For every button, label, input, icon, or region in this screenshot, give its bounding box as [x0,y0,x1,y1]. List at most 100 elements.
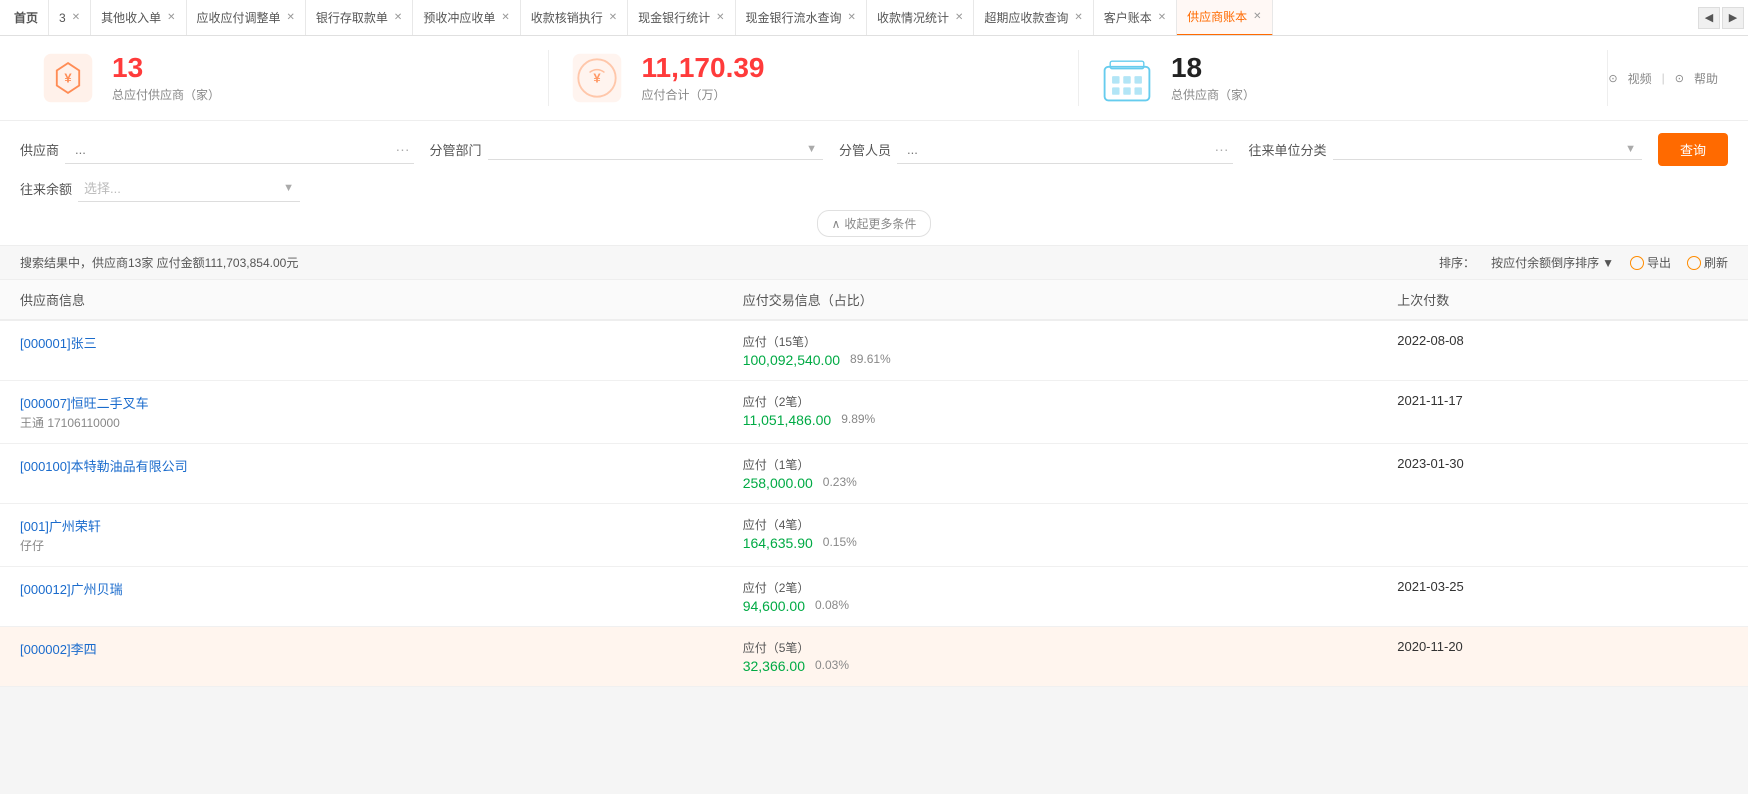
svg-text:¥: ¥ [64,71,72,86]
help-link[interactable]: 帮助 [1694,70,1718,87]
last-pay-cell: 2022-08-08 [1377,320,1748,381]
supplier-sub-info: 仔仔 [20,537,703,554]
home-tab-label: 首页 [14,9,38,26]
nav-tab-collection-verify[interactable]: 收款核销执行 ✕ [521,0,628,36]
nav-tab-cash-bank-stat[interactable]: 现金银行统计 ✕ [628,0,735,36]
close-icon[interactable]: ✕ [167,12,175,23]
svg-text:¥: ¥ [594,71,602,86]
payable-count: 应付（4笔） [743,518,810,532]
payable-cell: 应付（1笔） 258,000.00 0.23% [723,444,1378,504]
payable-percent: 9.89% [841,412,875,426]
summary-text-payable-total: 11,170.39 应付合计（万） [641,53,764,103]
supplier-link[interactable]: [001]广州荣轩 [20,516,703,535]
chevron-down-icon-2: ▼ [1625,143,1636,155]
table-header: 供应商信息 应付交易信息（占比） 上次付数 [0,280,1748,320]
balance-select[interactable]: 选择... ▼ [78,174,300,202]
query-button[interactable]: 查询 [1658,133,1728,166]
payable-percent: 0.15% [823,535,857,549]
payable-percent: 89.61% [850,352,891,366]
nav-prev-button[interactable]: ◀ [1698,7,1720,29]
circle-icon-2: ⊙ [1675,72,1684,85]
table-row: [000002]李四应付（5笔）32,366.000.03%2020-11-20 [0,627,1748,687]
col-header-last-pay: 上次付数 [1377,280,1748,320]
nav-tab-cash-flow-query[interactable]: 现金银行流水查询 ✕ [736,0,867,36]
nav-tab-ar-ap-adjust[interactable]: 应收应付调整单 ✕ [187,0,306,36]
nav-tab-supplier-ledger[interactable]: 供应商账本 ✕ [1177,0,1272,36]
collapse-button[interactable]: ∧ 收起更多条件 [817,210,932,237]
nav-tab-other-income[interactable]: 其他收入单 ✕ [91,0,186,36]
supplier-more-icon[interactable]: ··· [396,141,410,157]
nav-tab-customer-ledger[interactable]: 客户账本 ✕ [1094,0,1177,36]
dept-filter-label: 分管部门 [430,140,482,159]
supplier-link[interactable]: [000001]张三 [20,333,703,352]
category-filter-label: 往来单位分类 [1249,140,1327,159]
overdue-query-label: 超期应收款查询 [984,9,1068,26]
table-row: [000001]张三应付（15笔）100,092,540.0089.61%202… [0,320,1748,381]
close-icon[interactable]: ✕ [609,12,617,23]
close-icon[interactable]: ✕ [848,12,856,23]
supplier-ledger-label: 供应商账本 [1187,8,1247,25]
supplier-table: 供应商信息 应付交易信息（占比） 上次付数 [000001]张三 应付（15笔） 1… [0,280,1748,687]
person-more-icon[interactable]: ··· [1215,141,1229,157]
payable-count: 应付（2笔） [743,395,810,409]
result-bar-right: 排序： 按应付余额倒序排序 ▼ 导出 刷新 [1439,254,1728,271]
supplier-input[interactable] [69,138,395,161]
last-pay-cell [1377,504,1748,567]
nav-tab-3[interactable]: 3 ✕ [49,0,91,36]
table-body: [000001]张三应付（15笔）100,092,540.0089.61%202… [0,320,1748,687]
result-summary-text: 搜索结果中，供应商13家 应付金额111,703,854.00元 [20,254,298,271]
supplier-link[interactable]: [000012]广州贝瑞 [20,579,703,598]
collection-verify-label: 收款核销执行 [531,9,603,26]
dept-select[interactable]: ▼ [488,139,823,160]
supplier-link[interactable]: [000100]本特勒油品有限公司 [20,456,703,475]
nav-tab-home[interactable]: 首页 [4,0,49,36]
filter-row-1: 供应商 ··· 分管部门 ▼ 分管人员 ··· 往来单位分类 [20,133,1728,166]
payable-suppliers-icon: ¥ [40,50,96,106]
payable-amount: 164,635.90 [743,535,813,551]
filter-item-supplier: 供应商 ··· [20,136,414,164]
close-icon[interactable]: ✕ [955,12,963,23]
video-link[interactable]: 视频 [1628,70,1652,87]
chevron-down-icon-3: ▼ [283,182,294,194]
close-icon[interactable]: ✕ [1074,12,1082,23]
prepay-offset-label: 预收冲应收单 [423,9,495,26]
nav-next-button[interactable]: ▶ [1722,7,1744,29]
close-icon[interactable]: ✕ [394,12,402,23]
table-row: [001]广州荣轩仔仔 应付（4笔） 164,635.90 0.15% [0,504,1748,567]
summary-text-total-suppliers: 18 总供应商（家） [1171,53,1255,103]
payable-cell: 应付（4笔） 164,635.90 0.15% [723,504,1378,567]
refresh-button[interactable]: 刷新 [1687,254,1728,271]
payable-cell: 应付（5笔）32,366.000.03% [723,627,1378,687]
supplier-cell: [000002]李四 [0,627,723,687]
nav-tab-overdue-query[interactable]: 超期应收款查询 ✕ [974,0,1093,36]
collapse-bar: ∧ 收起更多条件 [20,210,1728,237]
total-suppliers-label: 总供应商（家） [1171,86,1255,103]
top-navigation: 首页 3 ✕ 其他收入单 ✕ 应收应付调整单 ✕ 银行存取款单 ✕ 预收冲应收单… [0,0,1748,36]
close-icon[interactable]: ✕ [1158,12,1166,23]
payable-count: 应付（15笔） [743,335,816,349]
total-suppliers-number: 18 [1171,53,1255,84]
close-icon[interactable]: ✕ [1253,11,1261,22]
close-icon[interactable]: ✕ [716,12,724,23]
table-row: [000007]恒旺二手叉车王通 17106110000应付（2笔）11,051… [0,381,1748,444]
payable-percent: 0.23% [823,475,857,489]
sort-value-text: 按应付余额倒序排序 [1491,254,1599,271]
sort-select[interactable]: 按应付余额倒序排序 ▼ [1491,254,1614,271]
balance-select-text: 选择... [84,178,121,197]
export-button[interactable]: 导出 [1630,254,1671,271]
nav-tab-collection-stat[interactable]: 收款情况统计 ✕ [867,0,974,36]
person-input[interactable] [901,138,1214,161]
close-icon[interactable]: ✕ [72,12,80,23]
supplier-link[interactable]: [000002]李四 [20,639,703,658]
nav-tab-bank-deposit[interactable]: 银行存取款单 ✕ [306,0,413,36]
close-icon[interactable]: ✕ [501,12,509,23]
category-select[interactable]: ▼ [1333,139,1642,160]
supplier-link[interactable]: [000007]恒旺二手叉车 [20,393,703,412]
close-icon[interactable]: ✕ [287,12,295,23]
total-suppliers-icon [1099,50,1155,106]
payable-count: 应付（1笔） [743,458,810,472]
payable-amount: 258,000.00 [743,475,813,491]
nav-tab-prepay-offset[interactable]: 预收冲应收单 ✕ [413,0,520,36]
export-icon [1630,256,1644,270]
result-bar: 搜索结果中，供应商13家 应付金额111,703,854.00元 排序： 按应付… [0,246,1748,280]
